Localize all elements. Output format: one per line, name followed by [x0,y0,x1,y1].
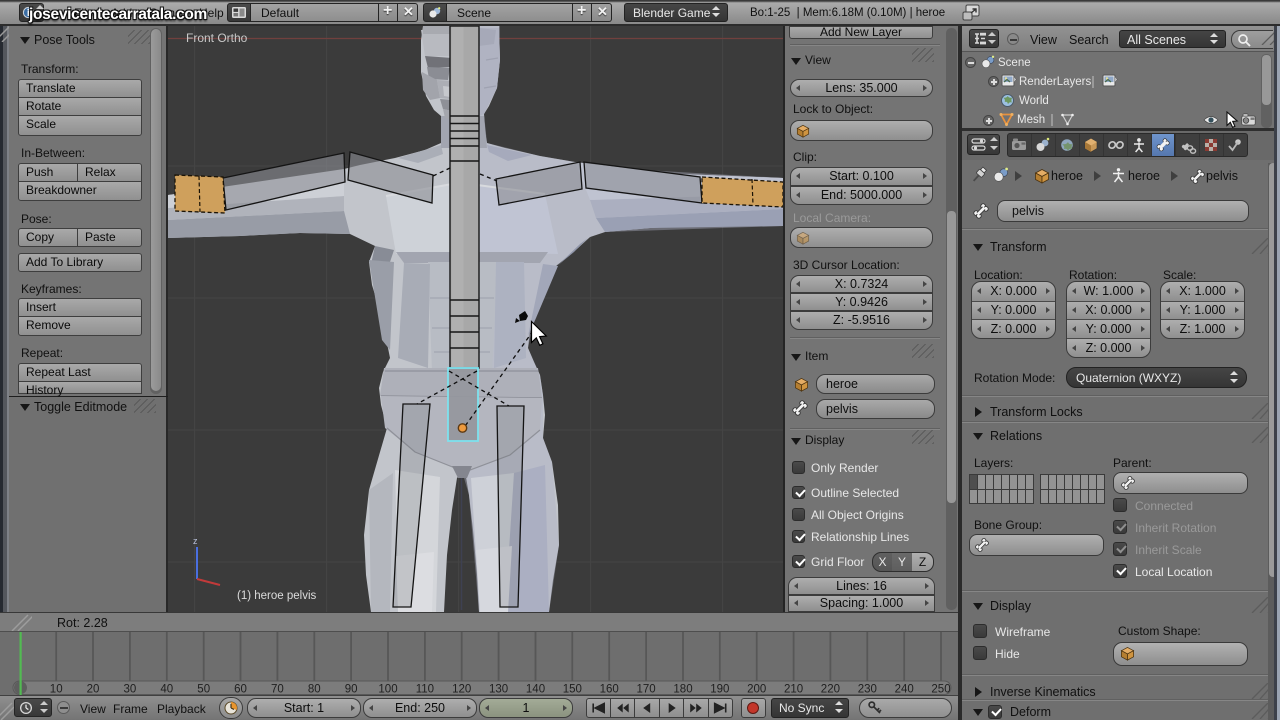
svg-text:(1) heroe pelvis: (1) heroe pelvis [237,590,317,602]
svg-text:z: z [193,536,198,546]
svg-text:Front Ortho: Front Ortho [186,31,248,45]
